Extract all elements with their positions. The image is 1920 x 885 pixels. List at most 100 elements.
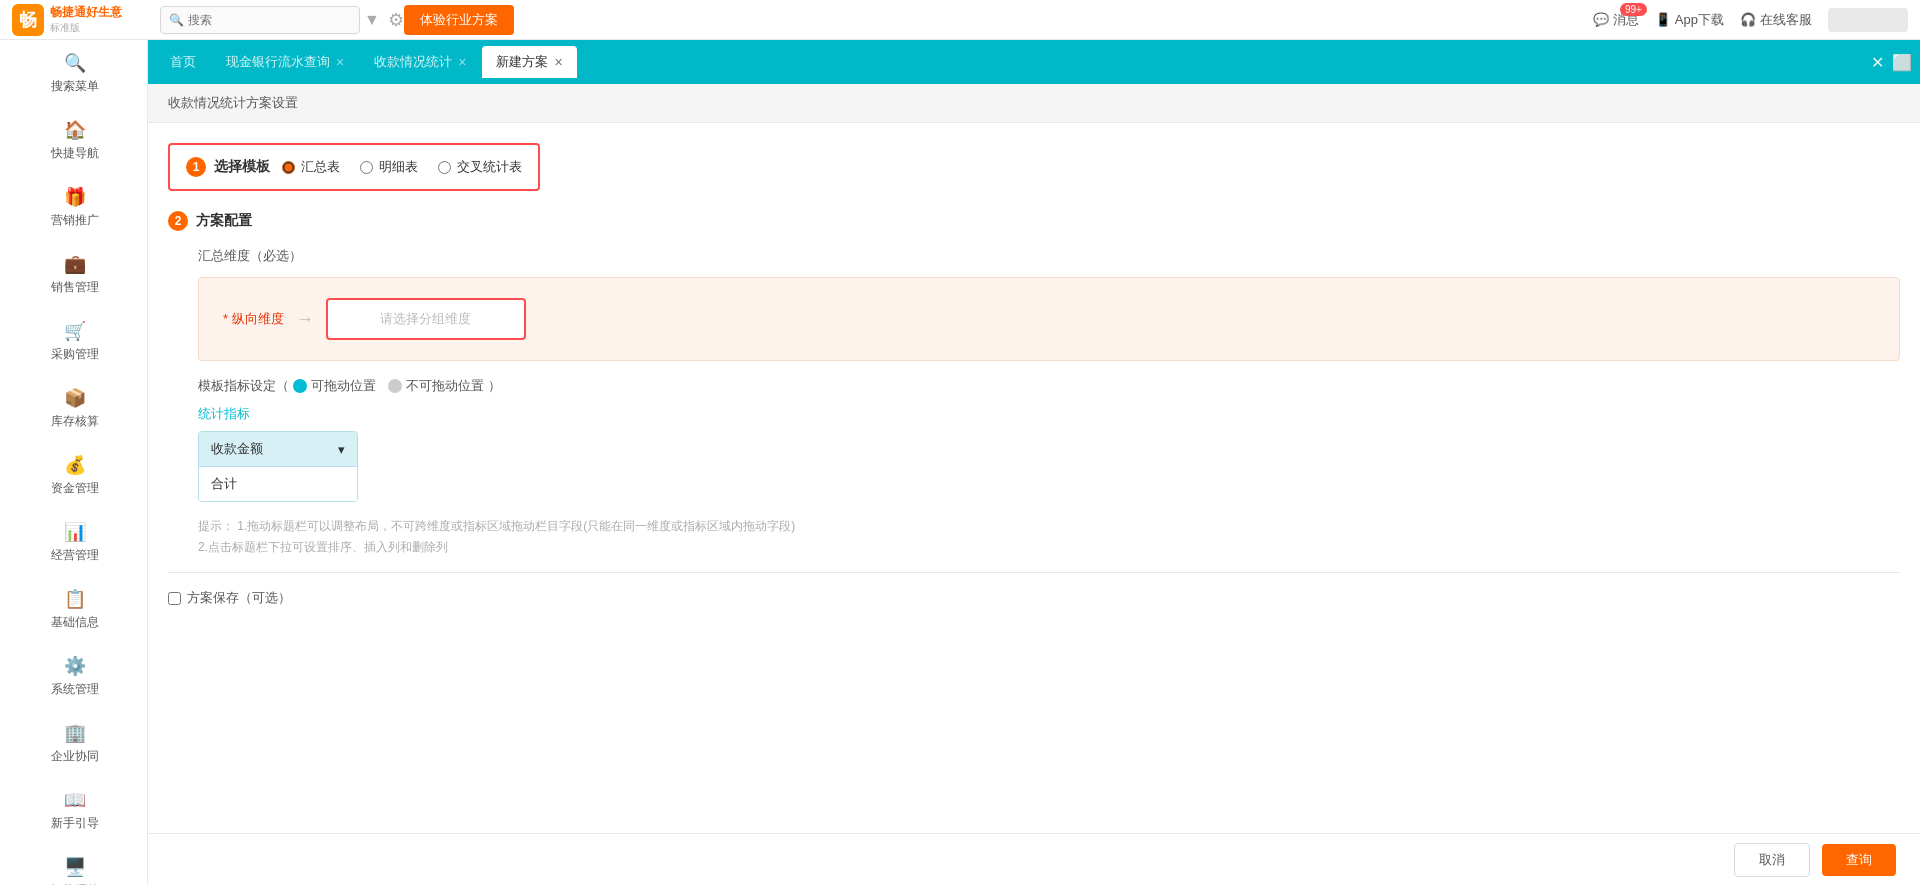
draggable-indicator [293,379,307,393]
sidebar-item-inventory[interactable]: 📦 库存核算 [0,375,147,442]
sidebar-item-collab[interactable]: 🏢 企业协同 [0,710,147,777]
message-action[interactable]: 💬 消息 99+ [1593,11,1639,29]
metrics-dropdown-icon[interactable]: ▾ [338,442,345,457]
radio-summary-label: 汇总表 [301,158,340,176]
section2-num: 2 [168,211,188,231]
marketing-icon: 🎁 [64,186,86,208]
query-button[interactable]: 查询 [1822,844,1896,876]
template-selection-box: 1 选择模板 汇总表 明细表 [168,143,540,191]
metrics-config-label: 模板指标设定（ [198,377,289,395]
settings-icon[interactable]: ⚙ [388,9,404,31]
save-checkbox-input[interactable] [168,592,181,605]
tab-receiptstats-close[interactable]: × [458,54,466,70]
breadcrumb: 收款情况统计方案设置 [168,95,298,110]
metrics-table: 收款金额 ▾ 合计 [198,431,358,502]
sidebar: 🔍 搜索菜单 🏠 快捷导航 🎁 营销推广 💼 销售管理 🛒 采购管理 📦 [0,40,148,885]
tab-cashflow-close[interactable]: × [336,54,344,70]
section-divider [168,572,1900,573]
tab-newplan-label: 新建方案 [496,53,548,71]
service-action[interactable]: 🎧 在线客服 [1740,11,1812,29]
sidebar-item-system[interactable]: ⚙️ 系统管理 [0,643,147,710]
sidebar-item-marketing[interactable]: 🎁 营销推广 [0,174,147,241]
tab-home[interactable]: 首页 [156,46,210,78]
draggable-label: 可拖动位置 [311,377,376,395]
sidebar-item-finance[interactable]: 💰 资金管理 [0,442,147,509]
arrow-icon: → [296,309,314,330]
sidebar-item-label: 经营管理 [51,547,99,564]
sidebar-item-basicinfo[interactable]: 📋 基础信息 [0,576,147,643]
template-radio-group: 汇总表 明细表 交叉统计表 [282,158,522,176]
section1: 1 选择模板 汇总表 明细表 [168,143,1900,191]
non-draggable-indicator [388,379,402,393]
sidebar-item-label: 采购管理 [51,346,99,363]
user-avatar[interactable] [1828,8,1908,32]
tab-newplan[interactable]: 新建方案 × [482,46,576,78]
sidebar-item-label: 快捷导航 [51,145,99,162]
message-icon: 💬 [1593,12,1609,27]
section2-header: 2 方案配置 [168,211,1900,231]
dimension-selector[interactable]: 请选择分组维度 [326,298,526,340]
sidebar-item-search[interactable]: 🔍 搜索菜单 [0,40,147,107]
tabs-bar: 首页 现金银行流水查询 × 收款情况统计 × 新建方案 × ✕ ⬜ [148,40,1920,84]
save-checkbox[interactable]: 方案保存（可选） [168,589,1900,607]
inventory-icon: 📦 [64,387,86,409]
sidebar-item-sales[interactable]: 💼 销售管理 [0,241,147,308]
sidebar-item-purchase[interactable]: 🛒 采购管理 [0,308,147,375]
radio-crosstab[interactable]: 交叉统计表 [438,158,522,176]
sidebar-item-label: 搜索菜单 [51,78,99,95]
section1-header: 1 选择模板 [186,157,270,177]
metrics-header-row[interactable]: 收款金额 ▾ [199,432,357,467]
tips-row-1: 提示： 1.拖动标题栏可以调整布局，不可跨维度或指标区域拖动栏目字段(只能在同一… [198,518,1900,535]
tab-newplan-close[interactable]: × [554,54,562,70]
logo-text: 畅捷通好生意 标准版 [50,4,122,35]
search-dropdown-icon[interactable]: ▼ [364,11,380,29]
home-icon: 🏠 [64,119,86,141]
tips-row-2: 2.点击标题栏下拉可设置排序、插入列和删除列 [198,539,1900,556]
sidebar-item-operations[interactable]: 📊 经营管理 [0,509,147,576]
guide-icon: 📖 [64,789,86,811]
page-header: 收款情况统计方案设置 [148,84,1920,123]
search-input[interactable] [188,13,328,27]
download-label: App下载 [1675,11,1724,29]
metrics-section: 统计指标 收款金额 ▾ 合计 [198,405,1900,502]
tab-cashflow-label: 现金银行流水查询 [226,53,330,71]
tab-cashflow[interactable]: 现金银行流水查询 × [212,46,358,78]
section2-title: 方案配置 [196,212,252,230]
close-window-icon[interactable]: ✕ [1871,53,1884,72]
sidebar-item-label: 营销推广 [51,212,99,229]
sidebar-item-quicknav[interactable]: 🏠 快捷导航 [0,107,147,174]
sidebar-item-label: 销售管理 [51,279,99,296]
tips-area: 提示： 1.拖动标题栏可以调整布局，不可跨维度或指标区域拖动栏目字段(只能在同一… [198,518,1900,556]
non-draggable-label: 不可拖动位置 [406,377,484,395]
section1-title: 选择模板 [214,158,270,176]
system-icon: ⚙️ [64,655,86,677]
sidebar-item-hardware[interactable]: 🖥️ 智能硬件 [0,844,147,885]
logo-icon: 畅 [12,4,44,36]
maximize-icon[interactable]: ⬜ [1892,53,1912,72]
metrics-section-title: 统计指标 [198,405,1900,423]
non-draggable-toggle: 不可拖动位置 ） [388,377,501,395]
radio-summary[interactable]: 汇总表 [282,158,340,176]
metrics-config-label-row: 模板指标设定（ 可拖动位置 不可拖动位置 ） [198,377,1900,395]
sidebar-item-label: 系统管理 [51,681,99,698]
download-action[interactable]: 📱 App下载 [1655,11,1724,29]
content-area: 首页 现金银行流水查询 × 收款情况统计 × 新建方案 × ✕ ⬜ [148,40,1920,885]
dimension-area: * 纵向维度 → 请选择分组维度 [198,277,1900,361]
top-bar: 畅 畅捷通好生意 标准版 🔍 ▼ ⚙ 体验行业方案 💬 消息 99+ 📱 App… [0,0,1920,40]
search-nav-icon: 🔍 [64,52,86,74]
cancel-button[interactable]: 取消 [1734,843,1810,877]
save-checkbox-label: 方案保存（可选） [187,589,291,607]
trial-button[interactable]: 体验行业方案 [404,5,514,35]
save-section: 方案保存（可选） [168,589,1900,607]
tab-home-label: 首页 [170,53,196,71]
tab-receiptstats[interactable]: 收款情况统计 × [360,46,480,78]
search-box[interactable]: 🔍 [160,6,360,34]
sidebar-item-label: 企业协同 [51,748,99,765]
sidebar-item-guide[interactable]: 📖 新手引导 [0,777,147,844]
radio-detail-label: 明细表 [379,158,418,176]
basicinfo-icon: 📋 [64,588,86,610]
metrics-total-row: 合计 [199,467,357,501]
sidebar-item-label: 基础信息 [51,614,99,631]
service-label: 在线客服 [1760,11,1812,29]
radio-detail[interactable]: 明细表 [360,158,418,176]
